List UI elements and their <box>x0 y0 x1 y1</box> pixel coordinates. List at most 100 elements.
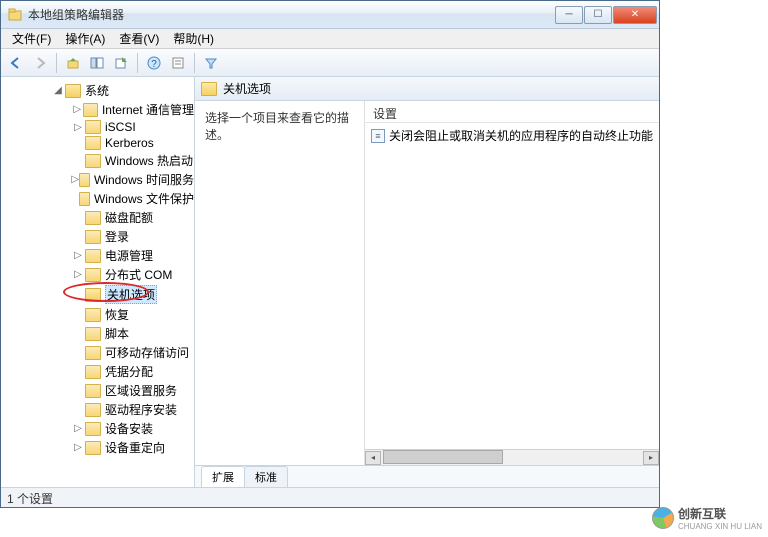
tree-node[interactable]: 登录 <box>1 227 194 246</box>
folder-icon <box>85 288 101 302</box>
expand-icon[interactable]: ▷ <box>71 122 85 133</box>
collapse-icon[interactable]: ◢ <box>51 85 65 96</box>
folder-icon <box>85 211 101 225</box>
tree-label: 驱动程序安装 <box>105 401 177 418</box>
toolbar-separator <box>194 53 195 73</box>
folder-icon <box>85 249 101 263</box>
tree-node[interactable]: ▷ 电源管理 <box>1 246 194 265</box>
tree-label: 凭据分配 <box>105 363 153 380</box>
menu-help[interactable]: 帮助(H) <box>166 28 221 49</box>
tree-label: Kerberos <box>105 136 154 150</box>
tree-node-root[interactable]: ◢ 系统 <box>1 81 194 100</box>
folder-icon <box>85 346 101 360</box>
window-title: 本地组策略编辑器 <box>28 6 554 23</box>
svg-text:?: ? <box>151 59 157 70</box>
content-title: 关机选项 <box>223 80 271 97</box>
expand-icon[interactable]: ▷ <box>71 442 85 453</box>
tree-node[interactable]: ▷ 设备安装 <box>1 419 194 438</box>
scroll-right-arrow[interactable]: ▸ <box>643 451 659 465</box>
watermark-sub: CHUANG XIN HU LIAN <box>678 522 762 531</box>
close-button[interactable]: ✕ <box>613 6 657 24</box>
filter-button[interactable] <box>200 52 222 74</box>
folder-icon <box>85 384 101 398</box>
toolbar-separator <box>137 53 138 73</box>
content-body: 选择一个项目来查看它的描述。 设置 ≡ 关闭会阻止或取消关机的应用程序的自动终止… <box>195 101 659 465</box>
tree-label: Windows 文件保护 <box>94 190 194 207</box>
folder-icon <box>85 154 101 168</box>
export-button[interactable] <box>110 52 132 74</box>
status-text: 1 个设置 <box>7 492 53 506</box>
expand-icon[interactable]: ▷ <box>71 269 85 280</box>
toolbar-separator <box>56 53 57 73</box>
tree-node[interactable]: ▷设备重定向 <box>1 438 194 457</box>
content-pane: 关机选项 选择一个项目来查看它的描述。 设置 ≡ 关闭会阻止或取消关机的应用程序… <box>195 77 659 487</box>
tree-node[interactable]: 可移动存储访问 <box>1 343 194 362</box>
folder-icon <box>85 441 101 455</box>
tree-label: 磁盘配额 <box>105 209 153 226</box>
tree-label: 分布式 COM <box>105 266 172 283</box>
tree-label: 设备安装 <box>105 420 153 437</box>
folder-icon <box>85 422 101 436</box>
tree-node[interactable]: ▷iSCSI <box>1 119 194 135</box>
tree-node[interactable]: 关机选项 <box>1 284 194 305</box>
scroll-thumb[interactable] <box>383 450 503 464</box>
tree-node[interactable]: Windows 热启动 <box>1 151 194 170</box>
tree-node[interactable]: 区域设置服务 <box>1 381 194 400</box>
menu-file[interactable]: 文件(F) <box>5 28 58 49</box>
expand-icon[interactable]: ▷ <box>71 104 83 115</box>
folder-icon <box>79 192 89 206</box>
folder-icon <box>85 268 101 282</box>
forward-button[interactable] <box>29 52 51 74</box>
tree-node[interactable]: Kerberos <box>1 135 194 151</box>
horizontal-scrollbar[interactable]: ◂ ▸ <box>365 449 659 465</box>
view-tabs: 扩展 标准 <box>195 465 659 487</box>
tree-label: 电源管理 <box>105 247 153 264</box>
policy-icon: ≡ <box>371 129 385 143</box>
tree-node[interactable]: 恢复 <box>1 305 194 324</box>
tree-node[interactable]: ▷ Windows 时间服务 <box>1 170 194 189</box>
expand-icon[interactable]: ▷ <box>71 174 79 185</box>
tree-node[interactable]: ▷ 分布式 COM <box>1 265 194 284</box>
folder-icon <box>85 327 101 341</box>
show-hide-tree-button[interactable] <box>86 52 108 74</box>
folder-open-icon <box>201 82 217 96</box>
folder-icon <box>83 103 97 117</box>
tree-node[interactable]: 凭据分配 <box>1 362 194 381</box>
expand-icon[interactable]: ▷ <box>71 250 85 261</box>
tree-label: Windows 热启动 <box>105 152 193 169</box>
gpedit-window: 本地组策略编辑器 ─ ☐ ✕ 文件(F) 操作(A) 查看(V) 帮助(H) ?… <box>0 0 660 508</box>
back-button[interactable] <box>5 52 27 74</box>
tree-label: 关机选项 <box>105 285 157 304</box>
tab-extended[interactable]: 扩展 <box>201 466 245 487</box>
watermark-brand: 创新互联 <box>678 507 726 521</box>
tree-label: Windows 时间服务 <box>94 171 194 188</box>
settings-header[interactable]: 设置 <box>365 101 659 123</box>
app-icon <box>7 7 23 23</box>
tree-node[interactable]: Windows 文件保护 <box>1 189 194 208</box>
tree-node[interactable]: 脚本 <box>1 324 194 343</box>
tree-label: Internet 通信管理 <box>102 101 194 118</box>
tree-label: 脚本 <box>105 325 129 342</box>
menu-view[interactable]: 查看(V) <box>112 28 166 49</box>
scroll-left-arrow[interactable]: ◂ <box>365 451 381 465</box>
tree-node[interactable]: ▷ Internet 通信管理 <box>1 100 194 119</box>
folder-icon <box>85 365 101 379</box>
maximize-button[interactable]: ☐ <box>584 6 612 24</box>
content-header: 关机选项 <box>195 77 659 101</box>
properties-button[interactable] <box>167 52 189 74</box>
folder-icon <box>85 308 101 322</box>
menu-action[interactable]: 操作(A) <box>58 28 112 49</box>
tab-standard[interactable]: 标准 <box>244 466 288 487</box>
expand-icon[interactable]: ▷ <box>71 423 85 434</box>
tree-pane[interactable]: ◢ 系统 ▷ Internet 通信管理▷iSCSIKerberos Windows… <box>1 77 195 487</box>
setting-label: 关闭会阻止或取消关机的应用程序的自动终止功能 <box>389 127 653 144</box>
up-button[interactable] <box>62 52 84 74</box>
help-button[interactable]: ? <box>143 52 165 74</box>
tree-node[interactable]: 驱动程序安装 <box>1 400 194 419</box>
tree-node[interactable]: 磁盘配额 <box>1 208 194 227</box>
setting-item[interactable]: ≡ 关闭会阻止或取消关机的应用程序的自动终止功能 <box>365 123 659 148</box>
folder-icon <box>85 403 101 417</box>
tree-label: 恢复 <box>105 306 129 323</box>
minimize-button[interactable]: ─ <box>555 6 583 24</box>
body: ◢ 系统 ▷ Internet 通信管理▷iSCSIKerberos Windows… <box>1 77 659 487</box>
